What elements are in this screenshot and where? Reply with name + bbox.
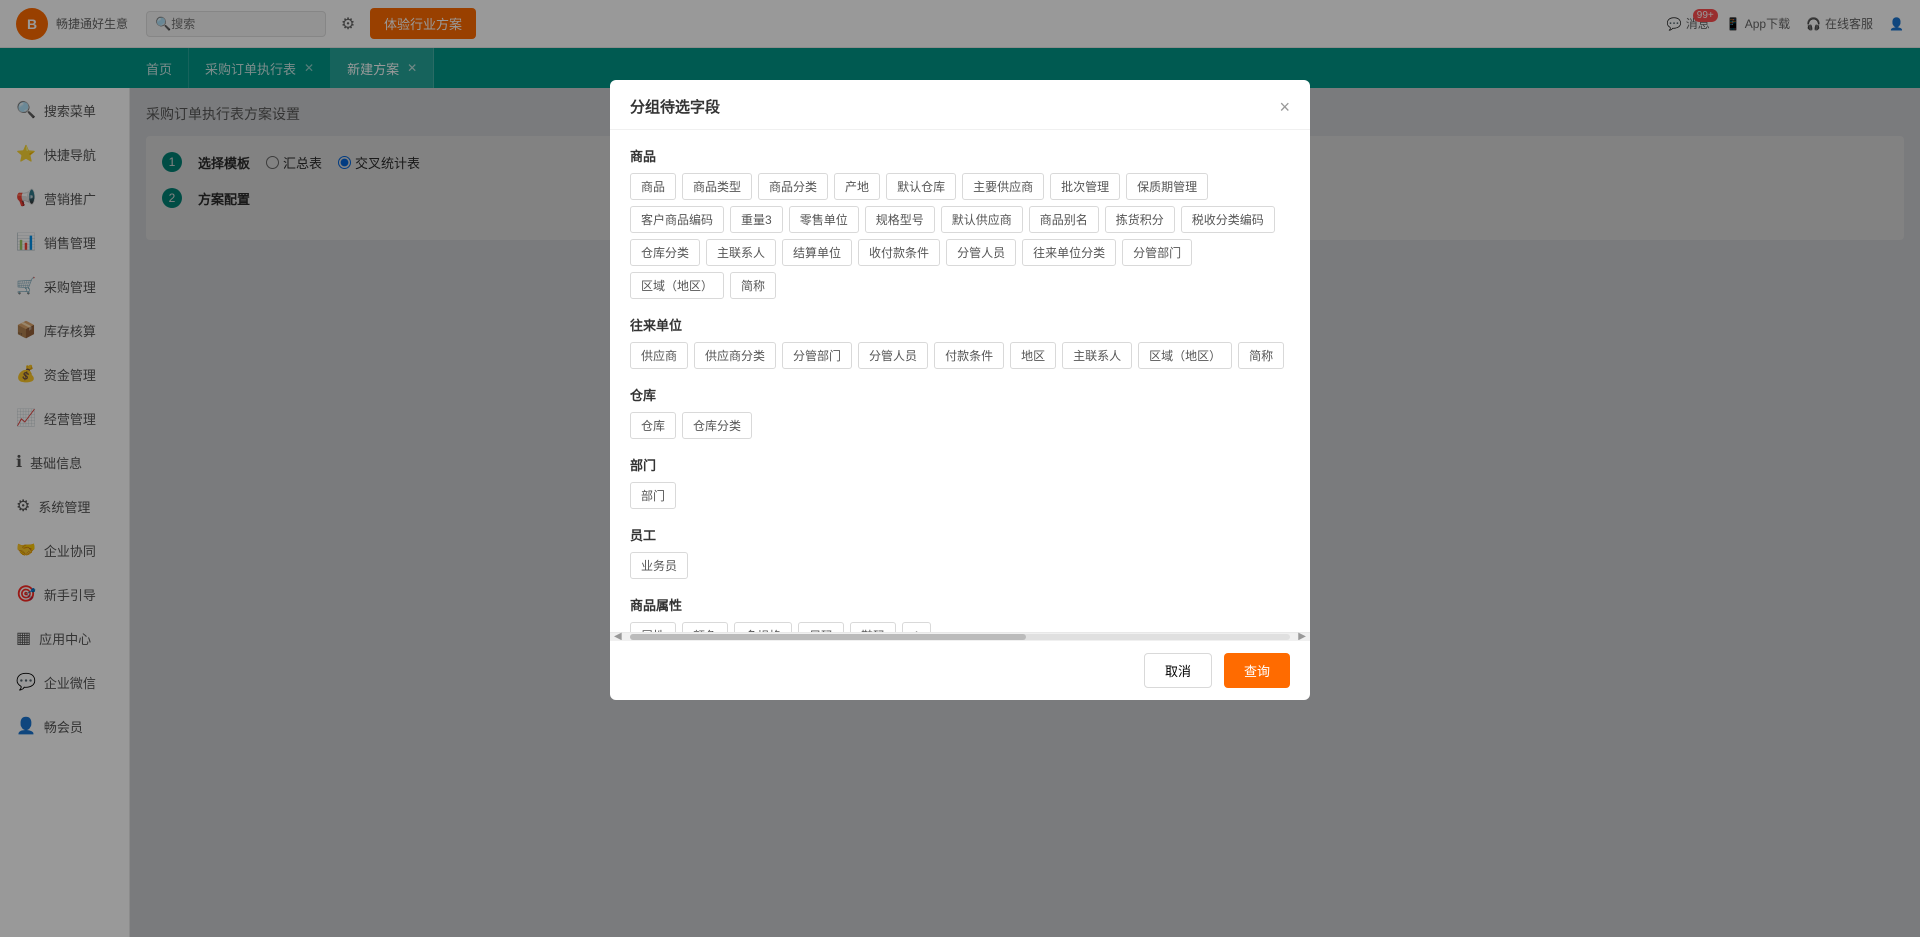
- field-tag-product-type[interactable]: 商品类型: [682, 173, 752, 200]
- section-product: 商品 商品 商品类型 商品分类 产地 默认仓库 主要供应商 批次管理 保质期管理…: [630, 146, 1290, 299]
- section-employee-fields: 业务员: [630, 552, 1290, 579]
- section-counterpart-fields: 供应商 供应商分类 分管部门 分管人员 付款条件 地区 主联系人 区域（地区） …: [630, 342, 1290, 369]
- field-tag-mgmt-person[interactable]: 分管人员: [858, 342, 928, 369]
- section-product-fields: 商品 商品类型 商品分类 产地 默认仓库 主要供应商 批次管理 保质期管理 客户…: [630, 173, 1290, 299]
- modal-body: 商品 商品 商品类型 商品分类 产地 默认仓库 主要供应商 批次管理 保质期管理…: [610, 130, 1310, 632]
- field-tag-supplier-category[interactable]: 供应商分类: [694, 342, 776, 369]
- field-tag-warehouse[interactable]: 仓库: [630, 412, 676, 439]
- field-tag-color[interactable]: 颜色: [682, 622, 728, 632]
- cancel-button[interactable]: 取消: [1144, 653, 1212, 688]
- section-product-title: 商品: [630, 146, 1290, 165]
- field-tag-spec-model[interactable]: 规格型号: [865, 206, 935, 233]
- modal-horizontal-scrollbar: ◀ ▶: [610, 632, 1310, 640]
- field-tag-payment-terms[interactable]: 收付款条件: [858, 239, 940, 266]
- field-tag-product-alias[interactable]: 商品别名: [1029, 206, 1099, 233]
- field-tag-origin[interactable]: 产地: [834, 173, 880, 200]
- section-product-attr-fields: 属性 颜色 多规格 尺码 鞋码 1: [630, 622, 1290, 632]
- section-counterpart-title: 往来单位: [630, 315, 1290, 334]
- section-warehouse: 仓库 仓库 仓库分类: [630, 385, 1290, 439]
- field-tag-supplier[interactable]: 供应商: [630, 342, 688, 369]
- field-tag-pick-points[interactable]: 拣货积分: [1105, 206, 1175, 233]
- section-department-fields: 部门: [630, 482, 1290, 509]
- field-tag-multi-spec[interactable]: 多规格: [734, 622, 792, 632]
- hscroll-track: [630, 634, 1291, 640]
- field-tag-department[interactable]: 部门: [630, 482, 676, 509]
- field-tag-short-name-product[interactable]: 简称: [730, 272, 776, 299]
- field-tag-retail-unit[interactable]: 零售单位: [789, 206, 859, 233]
- field-tag-supervisor[interactable]: 分管人员: [946, 239, 1016, 266]
- field-tag-region-counterpart[interactable]: 区域（地区）: [1138, 342, 1232, 369]
- field-tag-attribute[interactable]: 属性: [630, 622, 676, 632]
- field-tag-expiry-mgmt[interactable]: 保质期管理: [1126, 173, 1208, 200]
- section-employee-title: 员工: [630, 525, 1290, 544]
- field-tag-counterpart-category[interactable]: 往来单位分类: [1022, 239, 1116, 266]
- field-tag-product[interactable]: 商品: [630, 173, 676, 200]
- field-tag-tax-code[interactable]: 税收分类编码: [1181, 206, 1275, 233]
- modal-overlay: 分组待选字段 × 商品 商品 商品类型 商品分类 产地 默认仓库 主要供应商 批…: [0, 0, 1920, 937]
- field-tag-salesperson[interactable]: 业务员: [630, 552, 688, 579]
- field-tag-batch-mgmt[interactable]: 批次管理: [1050, 173, 1120, 200]
- field-tag-product-category[interactable]: 商品分类: [758, 173, 828, 200]
- field-tag-short-name-counterpart[interactable]: 简称: [1238, 342, 1284, 369]
- field-tag-dept[interactable]: 分管部门: [1122, 239, 1192, 266]
- modal-title: 分组待选字段: [630, 96, 720, 117]
- field-tag-default-warehouse[interactable]: 默认仓库: [886, 173, 956, 200]
- modal-footer: 取消 查询: [610, 640, 1310, 700]
- section-employee: 员工 业务员: [630, 525, 1290, 579]
- modal-header: 分组待选字段 ×: [610, 80, 1310, 130]
- field-tag-settlement-unit[interactable]: 结算单位: [782, 239, 852, 266]
- field-tag-payment-condition[interactable]: 付款条件: [934, 342, 1004, 369]
- field-tag-main-supplier[interactable]: 主要供应商: [962, 173, 1044, 200]
- field-tag-area[interactable]: 地区: [1010, 342, 1056, 369]
- field-tag-warehouse-type[interactable]: 仓库分类: [682, 412, 752, 439]
- field-tag-region-product[interactable]: 区域（地区）: [630, 272, 724, 299]
- field-tag-default-supplier[interactable]: 默认供应商: [941, 206, 1023, 233]
- field-tag-shoe-size[interactable]: 鞋码: [850, 622, 896, 632]
- field-tag-main-contact-2[interactable]: 主联系人: [1062, 342, 1132, 369]
- section-warehouse-fields: 仓库 仓库分类: [630, 412, 1290, 439]
- modal-dialog: 分组待选字段 × 商品 商品 商品类型 商品分类 产地 默认仓库 主要供应商 批…: [610, 80, 1310, 700]
- section-department-title: 部门: [630, 455, 1290, 474]
- confirm-button[interactable]: 查询: [1224, 653, 1290, 688]
- field-tag-size[interactable]: 尺码: [798, 622, 844, 632]
- field-tag-mgmt-dept[interactable]: 分管部门: [782, 342, 852, 369]
- field-tag-warehouse-category[interactable]: 仓库分类: [630, 239, 700, 266]
- section-counterpart: 往来单位 供应商 供应商分类 分管部门 分管人员 付款条件 地区 主联系人 区域…: [630, 315, 1290, 369]
- field-tag-main-contact[interactable]: 主联系人: [706, 239, 776, 266]
- section-warehouse-title: 仓库: [630, 385, 1290, 404]
- hscroll-thumb: [630, 634, 1026, 640]
- field-tag-customer-code[interactable]: 客户商品编码: [630, 206, 724, 233]
- section-department: 部门 部门: [630, 455, 1290, 509]
- section-product-attr: 商品属性 属性 颜色 多规格 尺码 鞋码 1: [630, 595, 1290, 632]
- section-product-attr-title: 商品属性: [630, 595, 1290, 614]
- field-tag-weight3[interactable]: 重量3: [730, 206, 783, 233]
- modal-close-button[interactable]: ×: [1279, 98, 1290, 116]
- field-tag-attr-1[interactable]: 1: [902, 622, 931, 632]
